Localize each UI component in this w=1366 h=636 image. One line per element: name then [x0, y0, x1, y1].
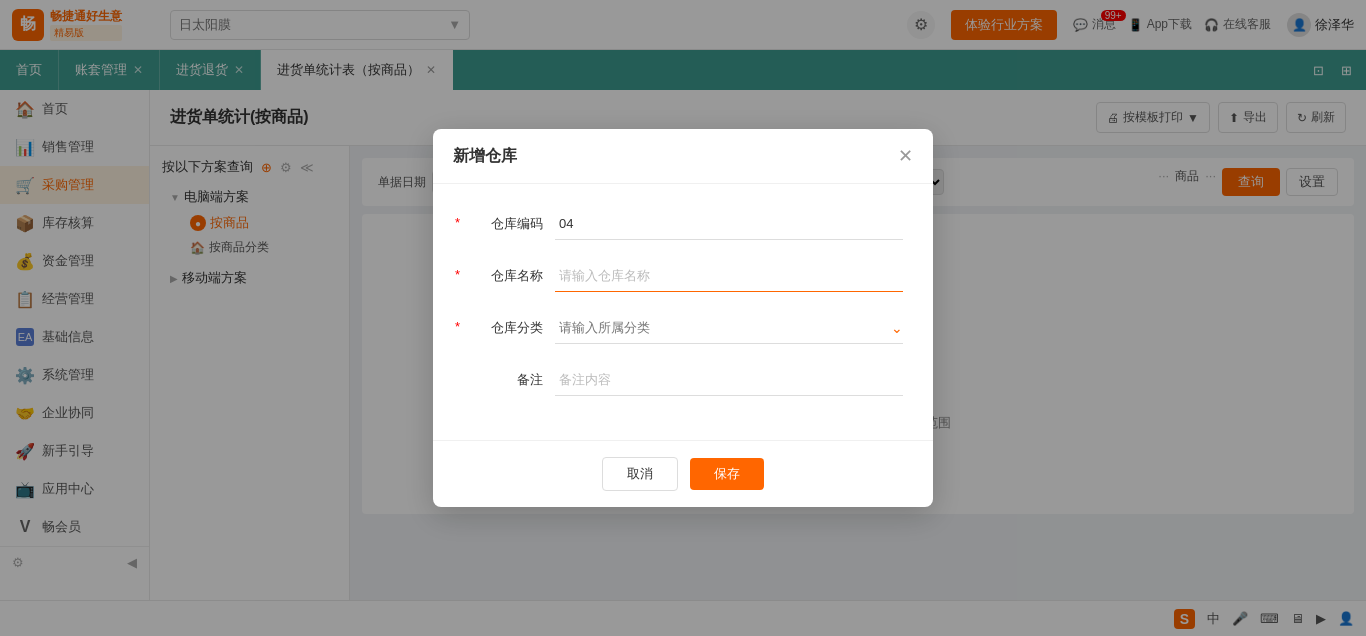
dialog-close-icon[interactable]: ✕	[898, 145, 913, 167]
category-field-row: 仓库分类 ⌄	[463, 312, 903, 344]
dialog-title: 新增仓库	[453, 146, 517, 167]
dialog-body: 仓库编码 仓库名称 仓库分类 ⌄ 备注	[433, 184, 933, 440]
category-dropdown-icon[interactable]: ⌄	[891, 320, 903, 336]
category-input[interactable]	[555, 320, 891, 335]
modal-overlay: 新增仓库 ✕ 仓库编码 仓库名称 仓库分类 ⌄	[0, 0, 1366, 636]
remark-field-row: 备注	[463, 364, 903, 396]
code-label: 仓库编码	[463, 215, 543, 233]
category-label: 仓库分类	[463, 319, 543, 337]
cancel-button[interactable]: 取消	[602, 457, 678, 491]
name-input[interactable]	[555, 260, 903, 292]
category-select[interactable]: ⌄	[555, 312, 903, 344]
save-button[interactable]: 保存	[690, 458, 764, 490]
dialog-header: 新增仓库 ✕	[433, 129, 933, 184]
name-label: 仓库名称	[463, 267, 543, 285]
new-warehouse-dialog: 新增仓库 ✕ 仓库编码 仓库名称 仓库分类 ⌄	[433, 129, 933, 507]
remark-input[interactable]	[555, 364, 903, 396]
dialog-footer: 取消 保存	[433, 440, 933, 507]
code-input[interactable]	[555, 208, 903, 240]
remark-label: 备注	[463, 371, 543, 389]
code-field-row: 仓库编码	[463, 208, 903, 240]
name-field-row: 仓库名称	[463, 260, 903, 292]
